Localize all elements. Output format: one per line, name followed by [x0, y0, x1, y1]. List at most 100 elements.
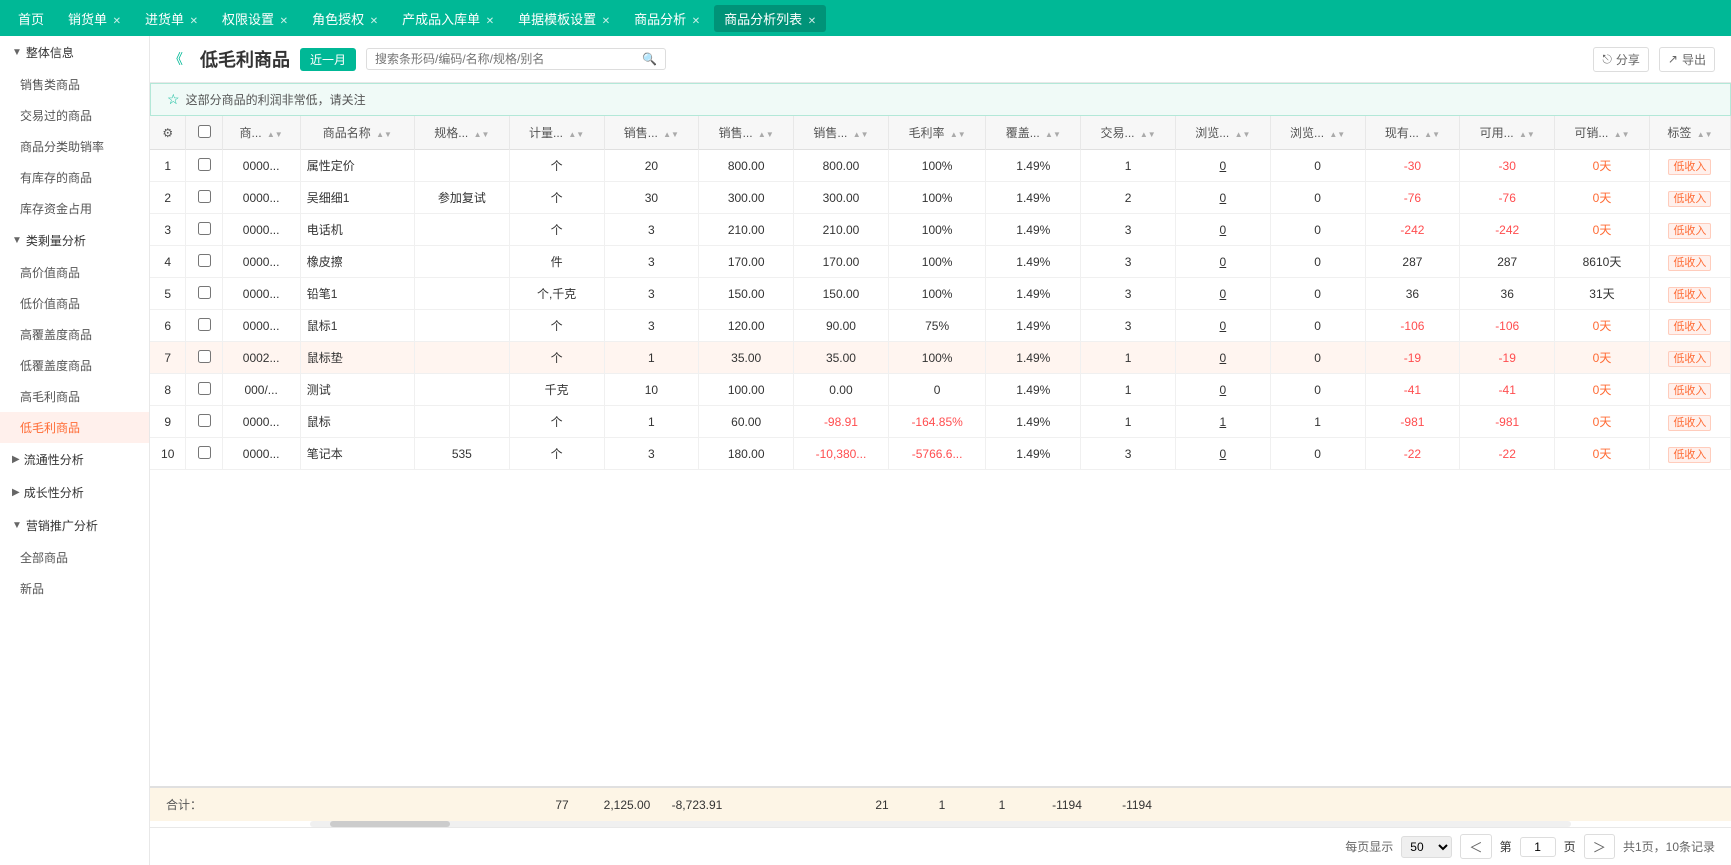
row-views1[interactable]: 0	[1175, 246, 1270, 278]
col-trade[interactable]: 交易... ▲▼	[1081, 116, 1176, 150]
row-checkbox-cell[interactable]	[186, 150, 222, 182]
col-views2[interactable]: 浏览... ▲▼	[1270, 116, 1365, 150]
col-available[interactable]: 可用... ▲▼	[1460, 116, 1555, 150]
col-settings[interactable]: ⚙	[150, 116, 186, 150]
sidebar-item-category-rate[interactable]: 商品分类助销率	[0, 131, 149, 162]
col-unit[interactable]: 计量... ▲▼	[509, 116, 604, 150]
row-checkbox[interactable]	[198, 158, 211, 171]
nav-close-template[interactable]: ✕	[602, 16, 610, 27]
col-code[interactable]: 商... ▲▼	[222, 116, 300, 150]
next-page-button[interactable]: ＞	[1584, 834, 1615, 859]
page-title: 低毛利商品	[200, 46, 290, 72]
col-name[interactable]: 商品名称 ▲▼	[300, 116, 414, 150]
nav-close-role[interactable]: ✕	[370, 16, 378, 27]
col-sales-profit[interactable]: 销售... ▲▼	[794, 116, 889, 150]
row-views1[interactable]: 0	[1175, 342, 1270, 374]
nav-close-analysis-list[interactable]: ✕	[808, 16, 816, 27]
page-number-input[interactable]	[1520, 837, 1556, 857]
sidebar-group-quantity[interactable]: ▼ 类剩量分析	[0, 224, 149, 257]
nav-close-purchase[interactable]: ✕	[190, 16, 198, 27]
col-coverage[interactable]: 覆盖... ▲▼	[986, 116, 1081, 150]
filter-period-button[interactable]: 近一月	[300, 48, 356, 71]
sidebar-group-liquidity[interactable]: ▶ 流通性分析	[0, 443, 149, 476]
nav-product-analysis[interactable]: 商品分析 ✕	[624, 5, 710, 32]
sidebar-item-in-stock[interactable]: 有库存的商品	[0, 162, 149, 193]
export-button[interactable]: ↗ 导出	[1659, 47, 1715, 72]
sidebar-item-high-coverage[interactable]: 高覆盖度商品	[0, 319, 149, 350]
row-checkbox[interactable]	[198, 414, 211, 427]
nav-close-product[interactable]: ✕	[486, 16, 494, 27]
row-views1[interactable]: 0	[1175, 438, 1270, 470]
arrow-icon-2: ▼	[12, 235, 22, 246]
collapse-button[interactable]: 《	[166, 49, 186, 69]
search-icon[interactable]: 🔍	[642, 52, 657, 66]
row-unit: 件	[509, 246, 604, 278]
select-all-checkbox[interactable]	[198, 125, 211, 138]
row-checkbox-cell[interactable]	[186, 374, 222, 406]
nav-close-analysis[interactable]: ✕	[692, 16, 700, 27]
sidebar-group-marketing[interactable]: ▼ 营销推广分析	[0, 509, 149, 542]
row-checkbox-cell[interactable]	[186, 246, 222, 278]
row-checkbox[interactable]	[198, 254, 211, 267]
col-saleable[interactable]: 可销... ▲▼	[1555, 116, 1650, 150]
row-checkbox-cell[interactable]	[186, 342, 222, 374]
row-checkbox-cell[interactable]	[186, 278, 222, 310]
col-spec[interactable]: 规格... ▲▼	[414, 116, 509, 150]
col-current-stock[interactable]: 现有... ▲▼	[1365, 116, 1460, 150]
row-checkbox[interactable]	[198, 446, 211, 459]
search-input[interactable]	[375, 52, 642, 66]
sidebar-item-low-value[interactable]: 低价值商品	[0, 288, 149, 319]
row-views1[interactable]: 1	[1175, 406, 1270, 438]
sidebar-item-sales-goods[interactable]: 销售类商品	[0, 69, 149, 100]
sidebar: ▼ 整体信息 销售类商品 交易过的商品 商品分类助销率 有库存的商品 库存资金占…	[0, 36, 150, 865]
row-checkbox[interactable]	[198, 190, 211, 203]
row-checkbox[interactable]	[198, 350, 211, 363]
row-checkbox-cell[interactable]	[186, 406, 222, 438]
nav-close-sales[interactable]: ✕	[113, 16, 121, 27]
row-checkbox-cell[interactable]	[186, 438, 222, 470]
row-checkbox[interactable]	[198, 286, 211, 299]
sidebar-item-high-value[interactable]: 高价值商品	[0, 257, 149, 288]
row-checkbox[interactable]	[198, 382, 211, 395]
nav-product-analysis-list[interactable]: 商品分析列表 ✕	[714, 5, 826, 32]
arrow-icon-3: ▶	[12, 454, 20, 465]
row-checkbox-cell[interactable]	[186, 214, 222, 246]
row-checkbox[interactable]	[198, 222, 211, 235]
sidebar-item-high-margin[interactable]: 高毛利商品	[0, 381, 149, 412]
col-views1[interactable]: 浏览... ▲▼	[1175, 116, 1270, 150]
row-views1[interactable]: 0	[1175, 278, 1270, 310]
nav-product-entry[interactable]: 产成品入库单 ✕	[392, 5, 504, 32]
col-tag[interactable]: 标签 ▲▼	[1649, 116, 1730, 150]
sidebar-item-new-goods[interactable]: 新品	[0, 573, 149, 604]
page-size-select[interactable]: 50 100	[1401, 836, 1452, 858]
nav-template-settings[interactable]: 单据模板设置 ✕	[508, 5, 620, 32]
sidebar-item-low-coverage[interactable]: 低覆盖度商品	[0, 350, 149, 381]
nav-sales-order[interactable]: 销货单 ✕	[58, 5, 131, 32]
sidebar-item-capital[interactable]: 库存资金占用	[0, 193, 149, 224]
sidebar-item-all-goods[interactable]: 全部商品	[0, 542, 149, 573]
sidebar-item-low-margin[interactable]: 低毛利商品	[0, 412, 149, 443]
sidebar-group-growth[interactable]: ▶ 成长性分析	[0, 476, 149, 509]
col-sales-qty[interactable]: 销售... ▲▼	[604, 116, 699, 150]
row-checkbox-cell[interactable]	[186, 182, 222, 214]
col-gross-margin[interactable]: 毛利率 ▲▼	[888, 116, 986, 150]
nav-close-permissions[interactable]: ✕	[280, 16, 288, 27]
row-checkbox-cell[interactable]	[186, 310, 222, 342]
prev-page-button[interactable]: ＜	[1460, 834, 1491, 859]
nav-purchase-order[interactable]: 进货单 ✕	[135, 5, 208, 32]
col-checkbox[interactable]	[186, 116, 222, 150]
row-checkbox[interactable]	[198, 318, 211, 331]
sidebar-item-traded-goods[interactable]: 交易过的商品	[0, 100, 149, 131]
nav-permissions[interactable]: 权限设置 ✕	[212, 5, 298, 32]
row-views1[interactable]: 0	[1175, 182, 1270, 214]
row-views1[interactable]: 0	[1175, 310, 1270, 342]
col-sales-amount[interactable]: 销售... ▲▼	[699, 116, 794, 150]
sidebar-group-overall[interactable]: ▼ 整体信息	[0, 36, 149, 69]
row-views1[interactable]: 0	[1175, 150, 1270, 182]
row-views1[interactable]: 0	[1175, 374, 1270, 406]
row-views1[interactable]: 0	[1175, 214, 1270, 246]
nav-home[interactable]: 首页	[8, 5, 54, 32]
data-table: ⚙ 商... ▲▼ 商品名称 ▲▼ 规格... ▲▼ 计量... ▲▼ 销售..…	[150, 116, 1731, 470]
share-button[interactable]: ⎋ 分享	[1593, 47, 1649, 72]
nav-role-auth[interactable]: 角色授权 ✕	[302, 5, 388, 32]
